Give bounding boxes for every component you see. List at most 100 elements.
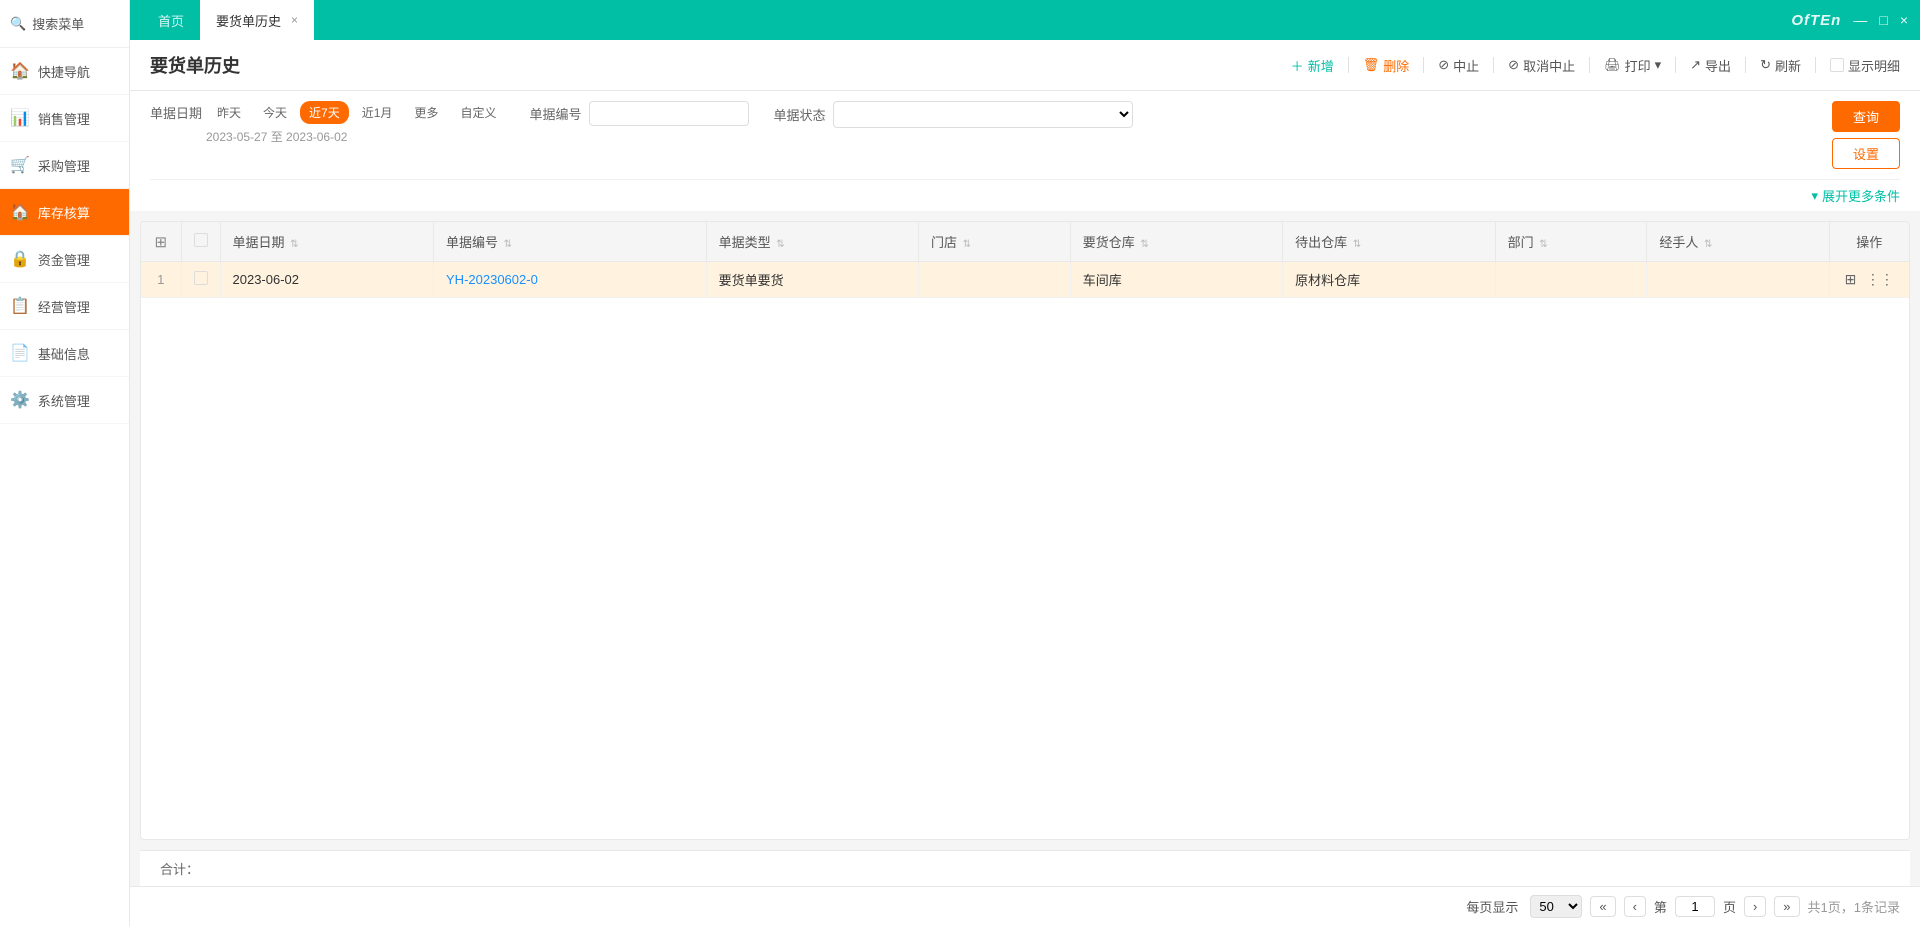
date-btn-yesterday[interactable]: 昨天 [208, 101, 250, 124]
doc-no-label: 单据编号 [529, 104, 581, 123]
col-handler-header: 经手人 ⇅ [1647, 222, 1829, 262]
sidebar-item-sales[interactable]: 📊 销售管理 [0, 95, 129, 142]
doc-status-select[interactable] [833, 101, 1133, 128]
query-button[interactable]: 查询 [1832, 101, 1900, 132]
expand-more-button[interactable]: ▾ 展开更多条件 [1811, 186, 1900, 205]
tab-requisition-history[interactable]: 要货单历史 × [200, 0, 314, 40]
sidebar-item-ops[interactable]: 📋 经营管理 [0, 283, 129, 330]
maximize-button[interactable]: □ [1879, 12, 1887, 28]
display-detail-checkbox[interactable]: 显示明细 [1830, 56, 1900, 75]
next-page-button[interactable]: › [1744, 896, 1766, 917]
settings-button[interactable]: 设置 [1832, 138, 1900, 169]
date-btn-today[interactable]: 今天 [254, 101, 296, 124]
date-filter-group: 单据日期 昨天 今天 近7天 近1月 更多 自定义 2023-05-27 至 2… [150, 101, 505, 145]
stop-icon: ⊘ [1438, 57, 1449, 73]
col-pending-warehouse-label: 待出仓库 [1295, 235, 1347, 250]
inventory-icon: 🏠 [10, 202, 30, 222]
home-icon: 🏠 [10, 61, 30, 81]
col-handler-sort-icon[interactable]: ⇅ [1704, 239, 1712, 250]
col-type-label: 单据类型 [719, 235, 771, 250]
doc-no-input[interactable] [589, 101, 749, 126]
current-page-input[interactable] [1675, 896, 1715, 917]
summary-label: 合计： [160, 859, 199, 878]
sales-icon: 📊 [10, 108, 30, 128]
col-dept-sort-icon[interactable]: ⇅ [1539, 239, 1547, 250]
divider-4 [1589, 57, 1590, 73]
row-more-icon[interactable]: ⋮⋮ [1866, 271, 1894, 287]
col-store-sort-icon[interactable]: ⇅ [963, 239, 971, 250]
row-edit-icon[interactable]: ⊞ [1845, 271, 1857, 287]
stop-button[interactable]: ⊘ 中止 [1438, 56, 1479, 75]
col-pending-warehouse-sort-icon[interactable]: ⇅ [1353, 239, 1361, 250]
print-button[interactable]: 🖨 打印 ▾ [1604, 56, 1661, 75]
topbar: 首页 要货单历史 × OfTEn — □ × [130, 0, 1920, 40]
minimize-button[interactable]: — [1853, 12, 1867, 28]
last-page-button[interactable]: » [1774, 896, 1799, 917]
row-req-warehouse: 车间库 [1083, 273, 1122, 288]
per-page-select[interactable]: 50 100 [1530, 895, 1582, 918]
date-btn-more[interactable]: 更多 [405, 101, 447, 124]
total-info: 共1页，1条记录 [1808, 897, 1900, 916]
row-pending-warehouse-cell: 原材料仓库 [1283, 262, 1495, 298]
sidebar-item-purchase[interactable]: 🛒 采购管理 [0, 142, 129, 189]
col-no-sort-icon[interactable]: ⇅ [504, 239, 512, 250]
close-button[interactable]: × [1900, 12, 1908, 28]
date-btn-7days[interactable]: 近7天 [300, 101, 349, 124]
row-no-cell[interactable]: YH-20230602-0 [434, 262, 707, 298]
basic-icon: 📄 [10, 343, 30, 363]
first-page-button[interactable]: « [1590, 896, 1615, 917]
sidebar-item-basic[interactable]: 📄 基础信息 [0, 330, 129, 377]
filter-row1: 单据日期 昨天 今天 近7天 近1月 更多 自定义 2023-05-27 至 2… [150, 101, 1900, 179]
expand-label: 展开更多条件 [1822, 186, 1900, 205]
divider-2 [1423, 57, 1424, 73]
select-all-checkbox[interactable] [194, 233, 208, 247]
sidebar-item-system[interactable]: ⚙️ 系统管理 [0, 377, 129, 424]
row-check-cell[interactable] [181, 262, 220, 298]
add-button[interactable]: ＋ 新增 [1291, 56, 1334, 75]
export-button[interactable]: ↗ 导出 [1690, 56, 1731, 75]
sidebar: 🔍 搜索菜单 🏠 快捷导航 📊 销售管理 🛒 采购管理 🏠 库存核算 🔒 资金管… [0, 0, 130, 926]
sidebar-search[interactable]: 🔍 搜索菜单 [0, 0, 129, 48]
sidebar-label-finance: 资金管理 [38, 250, 90, 269]
refresh-button[interactable]: ↻ 刷新 [1760, 56, 1801, 75]
col-req-warehouse-sort-icon[interactable]: ⇅ [1140, 239, 1148, 250]
divider-5 [1675, 57, 1676, 73]
page-header: 要货单历史 ＋ 新增 🗑 删除 ⊘ 中止 ⊘ [130, 40, 1920, 91]
date-btn-custom[interactable]: 自定义 [451, 101, 505, 124]
row-req-warehouse-cell: 车间库 [1070, 262, 1282, 298]
row-type-cell: 要货单要货 [706, 262, 918, 298]
page-suffix: 页 [1723, 897, 1736, 916]
col-handler-label: 经手人 [1659, 235, 1698, 250]
col-config[interactable]: ⊞ [141, 222, 181, 262]
row-pending-warehouse: 原材料仓库 [1295, 273, 1360, 288]
row-doc-no-link[interactable]: YH-20230602-0 [446, 272, 538, 287]
delete-button[interactable]: 🗑 删除 [1363, 56, 1410, 75]
sidebar-label-quick-nav: 快捷导航 [38, 62, 90, 81]
table-row: 1 2023-06-02 YH-20230602-0 要货单要货 [141, 262, 1909, 298]
row-checkbox[interactable] [194, 271, 208, 285]
date-filter-label: 单据日期 [150, 103, 202, 122]
row-number: 1 [157, 272, 164, 287]
sidebar-item-quick-nav[interactable]: 🏠 快捷导航 [0, 48, 129, 95]
table-container: ⊞ 单据日期 ⇅ 单据编号 ⇅ [140, 221, 1910, 840]
pagination: 每页显示 50 100 « ‹ 第 页 › » 共1页，1条记录 [130, 886, 1920, 926]
tab-home[interactable]: 首页 [142, 0, 200, 40]
row-store-cell [918, 262, 1070, 298]
doc-status-filter-group: 单据状态 [773, 101, 1808, 128]
date-btn-1month[interactable]: 近1月 [353, 101, 402, 124]
col-type-sort-icon[interactable]: ⇅ [776, 239, 784, 250]
page-content: 要货单历史 ＋ 新增 🗑 删除 ⊘ 中止 ⊘ [130, 40, 1920, 926]
system-icon: ⚙️ [10, 390, 30, 410]
sidebar-item-finance[interactable]: 🔒 资金管理 [0, 236, 129, 283]
col-date-sort-icon[interactable]: ⇅ [290, 239, 298, 250]
col-req-warehouse-label: 要货仓库 [1083, 235, 1135, 250]
column-config-icon[interactable]: ⊞ [154, 234, 167, 251]
doc-status-label: 单据状态 [773, 105, 825, 124]
tab-close-icon[interactable]: × [291, 13, 298, 27]
col-no-header: 单据编号 ⇅ [434, 222, 707, 262]
col-checkbox-header[interactable] [181, 222, 220, 262]
sidebar-item-inventory[interactable]: 🏠 库存核算 [0, 189, 129, 236]
print-arrow: ▾ [1655, 57, 1662, 73]
cancel-stop-button[interactable]: ⊘ 取消中止 [1508, 56, 1575, 75]
prev-page-button[interactable]: ‹ [1624, 896, 1646, 917]
